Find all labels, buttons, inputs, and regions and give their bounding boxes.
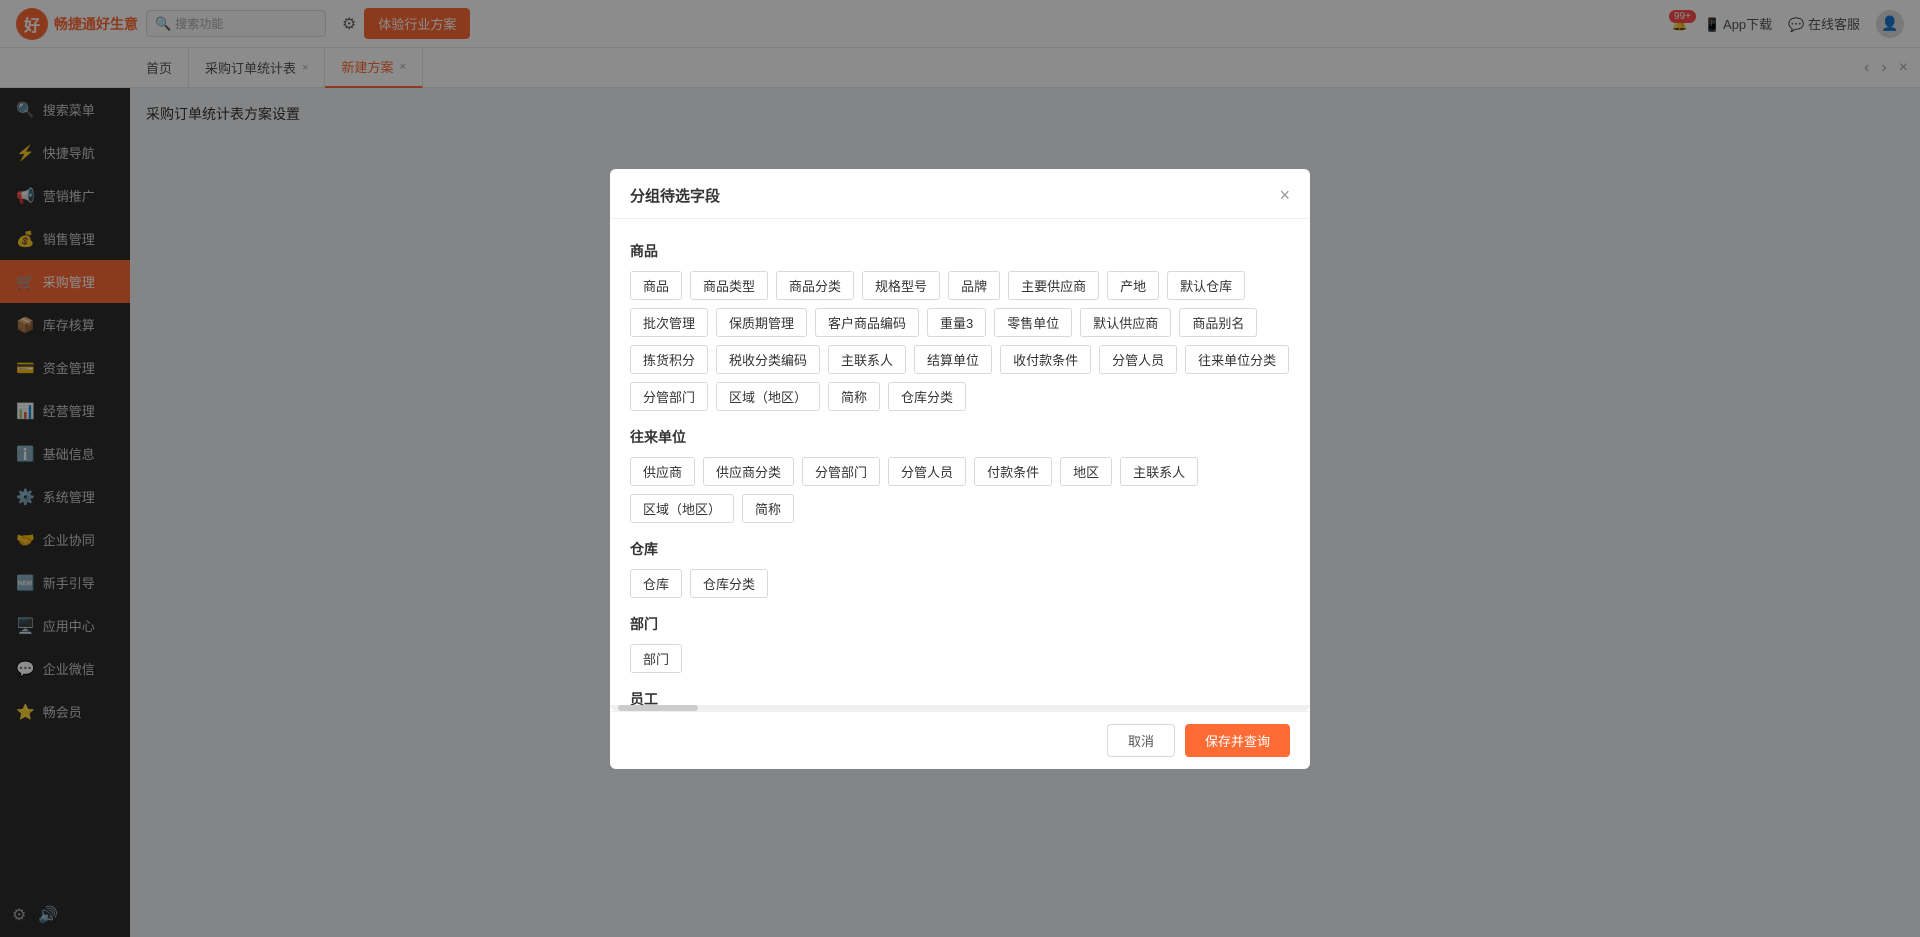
field-tag-origin[interactable]: 产地 (1107, 271, 1159, 300)
dialog-hscroll-thumb[interactable] (618, 705, 698, 711)
field-tag-supplier-cat[interactable]: 供应商分类 (703, 457, 794, 486)
field-tag-payment-terms[interactable]: 收付款条件 (1000, 345, 1091, 374)
dialog-group-fields: 分组待选字段 × 商品 商品 商品类型 商品分类 规格型号 品牌 主要供应商 产… (610, 169, 1310, 769)
field-tag-area[interactable]: 地区 (1060, 457, 1112, 486)
section-title-counterpart: 往来单位 (630, 427, 1290, 447)
dialog-close-button[interactable]: × (1279, 185, 1290, 206)
field-tag-region2[interactable]: 区域（地区） (630, 494, 734, 523)
field-tag-default-wh[interactable]: 默认仓库 (1167, 271, 1245, 300)
field-tag-short-name2[interactable]: 简称 (742, 494, 794, 523)
field-tag-goods-category[interactable]: 商品分类 (776, 271, 854, 300)
tag-group-goods: 商品 商品类型 商品分类 规格型号 品牌 主要供应商 产地 默认仓库 批次管理 … (630, 271, 1290, 411)
section-title-employee: 员工 (630, 689, 1290, 705)
modal-overlay: 分组待选字段 × 商品 商品 商品类型 商品分类 规格型号 品牌 主要供应商 产… (0, 0, 1920, 937)
section-title-department: 部门 (630, 614, 1290, 634)
field-tag-retail-unit[interactable]: 零售单位 (994, 308, 1072, 337)
confirm-button[interactable]: 保存并查询 (1185, 724, 1290, 757)
field-tag-wh-category[interactable]: 仓库分类 (888, 382, 966, 411)
tag-group-counterpart: 供应商 供应商分类 分管部门 分管人员 付款条件 地区 主联系人 区域（地区） … (630, 457, 1290, 523)
field-tag-main-contact[interactable]: 主联系人 (828, 345, 906, 374)
field-tag-dept-person[interactable]: 分管人员 (888, 457, 966, 486)
tag-group-department: 部门 (630, 644, 1290, 673)
field-tag-main-supplier[interactable]: 主要供应商 (1008, 271, 1099, 300)
field-tag-tax-code[interactable]: 税收分类编码 (716, 345, 820, 374)
field-tag-goods-name[interactable]: 商品 (630, 271, 682, 300)
field-tag-customer-code[interactable]: 客户商品编码 (815, 308, 919, 337)
field-tag-manager[interactable]: 分管人员 (1099, 345, 1177, 374)
cancel-button[interactable]: 取消 (1107, 724, 1175, 757)
field-tag-wh-cat[interactable]: 仓库分类 (690, 569, 768, 598)
dialog-body: 商品 商品 商品类型 商品分类 规格型号 品牌 主要供应商 产地 默认仓库 批次… (610, 219, 1310, 705)
dialog-footer: 取消 保存并查询 (610, 711, 1310, 769)
field-tag-dept-mgmt[interactable]: 分管部门 (630, 382, 708, 411)
dialog-header: 分组待选字段 × (610, 169, 1310, 219)
field-tag-origin-unit-cat[interactable]: 往来单位分类 (1185, 345, 1289, 374)
field-tag-pickup-points[interactable]: 拣货积分 (630, 345, 708, 374)
field-tag-batch-mgmt[interactable]: 批次管理 (630, 308, 708, 337)
section-title-warehouse: 仓库 (630, 539, 1290, 559)
field-tag-dept2[interactable]: 分管部门 (802, 457, 880, 486)
dialog-title: 分组待选字段 (630, 185, 720, 206)
field-tag-supplier[interactable]: 供应商 (630, 457, 695, 486)
field-tag-goods-type[interactable]: 商品类型 (690, 271, 768, 300)
field-tag-goods-alias[interactable]: 商品别名 (1179, 308, 1257, 337)
field-tag-weight3[interactable]: 重量3 (927, 308, 986, 337)
field-tag-brand[interactable]: 品牌 (948, 271, 1000, 300)
field-tag-payment-condition[interactable]: 付款条件 (974, 457, 1052, 486)
field-tag-dept-field[interactable]: 部门 (630, 644, 682, 673)
field-tag-wh[interactable]: 仓库 (630, 569, 682, 598)
dialog-horizontal-scrollbar[interactable] (610, 705, 1310, 711)
field-tag-contact2[interactable]: 主联系人 (1120, 457, 1198, 486)
tag-group-warehouse: 仓库 仓库分类 (630, 569, 1290, 598)
section-title-goods: 商品 (630, 241, 1290, 261)
field-tag-short-name[interactable]: 简称 (828, 382, 880, 411)
field-tag-region[interactable]: 区域（地区） (716, 382, 820, 411)
field-tag-settlement-unit[interactable]: 结算单位 (914, 345, 992, 374)
field-tag-spec-type[interactable]: 规格型号 (862, 271, 940, 300)
field-tag-quality-mgmt[interactable]: 保质期管理 (716, 308, 807, 337)
field-tag-default-supplier[interactable]: 默认供应商 (1080, 308, 1171, 337)
